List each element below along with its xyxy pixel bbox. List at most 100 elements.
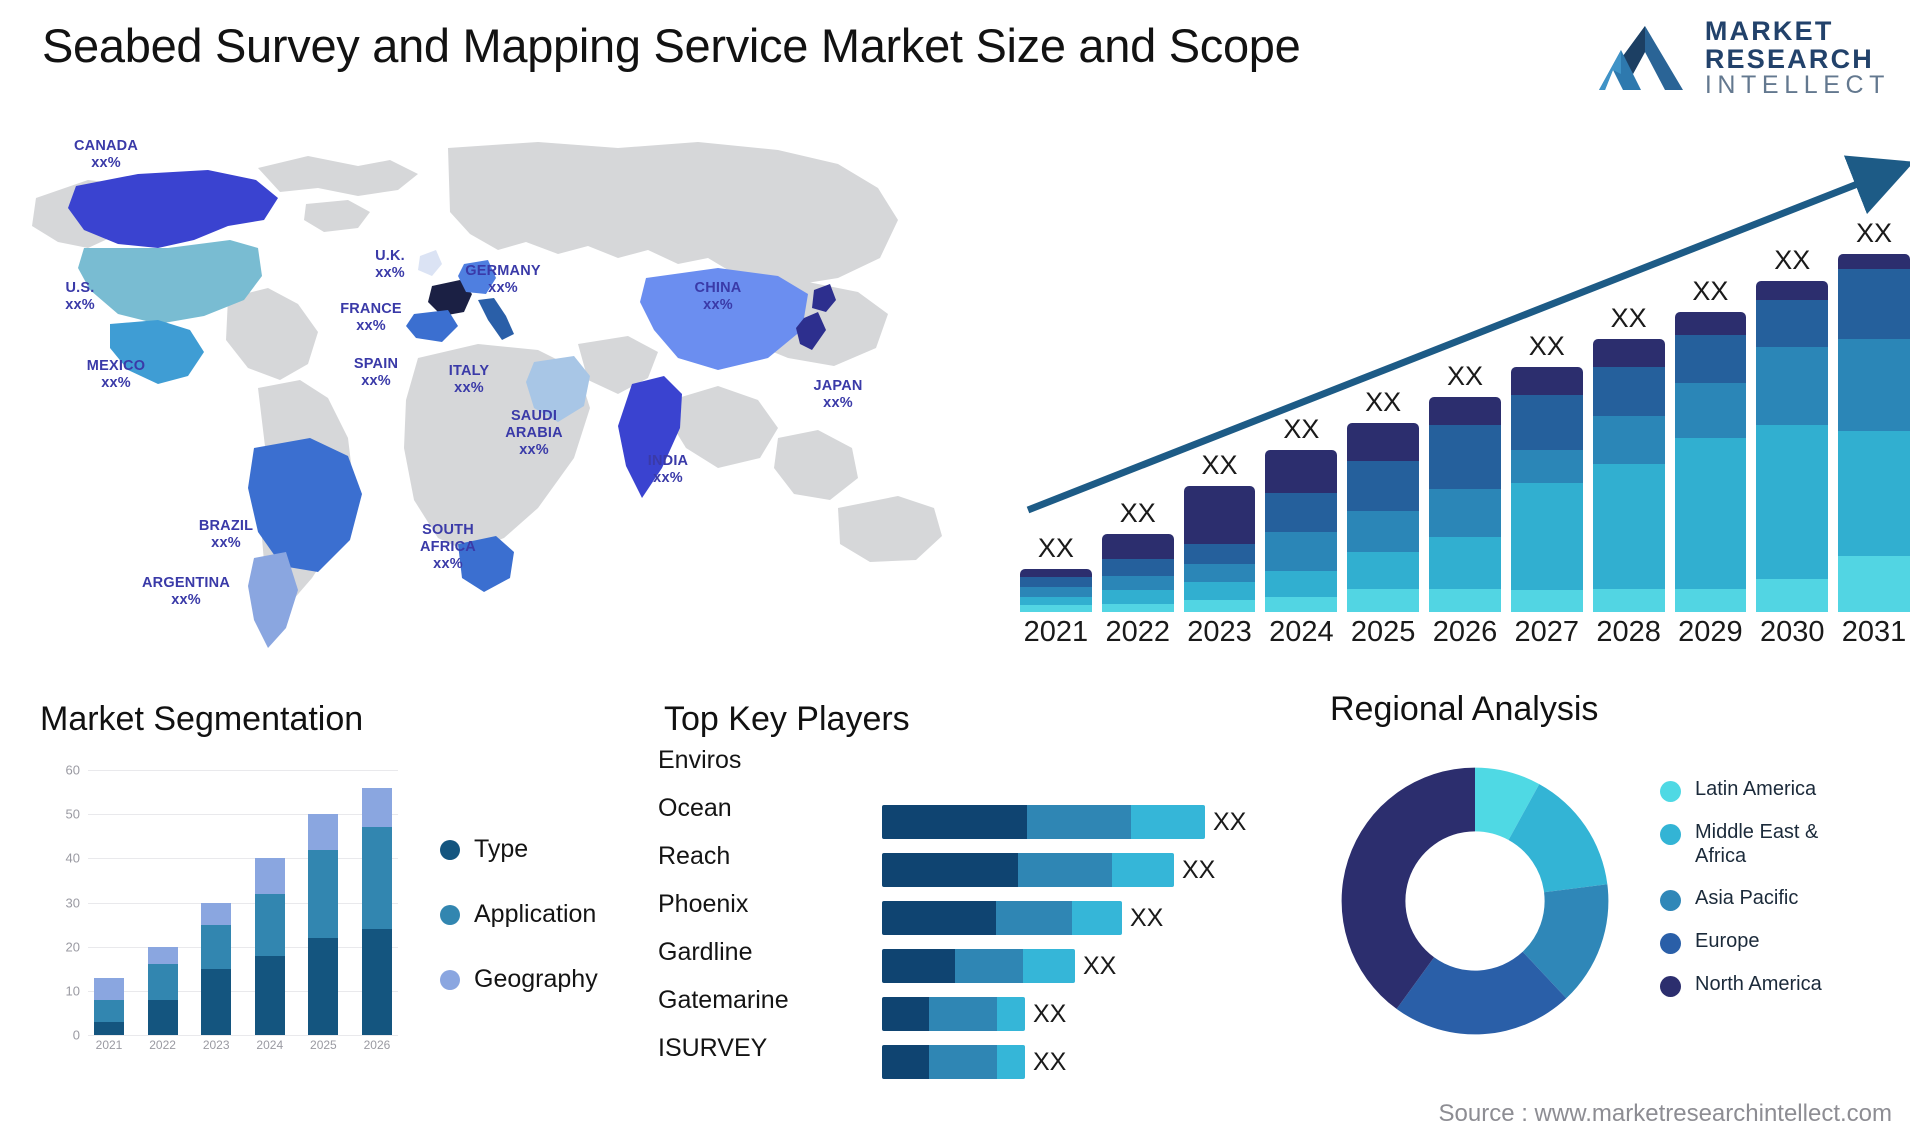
logo-mountain-icon [1598,26,1683,91]
segmentation-legend-item: Type [440,835,598,864]
player-bar [882,1045,1025,1079]
player-bar-segment [1072,901,1122,935]
segmentation-y-tick: 40 [65,850,80,866]
segmentation-bars [88,770,398,1035]
forecast-bar-segment [1838,555,1910,612]
legend-swatch-icon [1660,824,1681,845]
map-country-italy [478,298,514,340]
legend-swatch-icon [440,904,460,925]
regional-legend-label: Middle East & Africa [1695,821,1819,867]
player-bar [882,949,1075,983]
forecast-bar-segment [1265,449,1338,493]
regional-legend: Latin America Middle East & Africa Asia Pa… [1660,778,1865,998]
forecast-bar-column: XX [1429,212,1501,612]
forecast-bar-segment [1347,461,1420,511]
player-bar-segment [1018,853,1112,887]
segmentation-bar-segment [254,955,285,1035]
segmentation-y-tick: 60 [65,762,80,778]
forecast-bar-segment [1838,254,1910,269]
map-label-france: FRANCE xx% [340,301,402,335]
player-name: Gardline [658,937,753,966]
segmentation-legend-item: Application [440,900,598,929]
market-segmentation-title: Market Segmentation [40,700,364,738]
forecast-bar-column: XX [1838,212,1910,612]
player-bar-segment [882,901,996,935]
forecast-bar-segment [1101,603,1174,612]
player-name: Enviros [658,745,742,774]
forecast-bar-segment [1183,486,1256,545]
forecast-bar-segment [1674,335,1747,384]
players-rows: EnvirosXXOceanXXReachXXPhoenixXXGardline… [650,746,1310,1086]
segmentation-bar-segment [94,977,124,1000]
legend-swatch-icon [1660,890,1681,912]
forecast-bar-segment [1510,366,1583,395]
forecast-bar-segment [1674,437,1747,589]
player-bar-segment [1112,853,1174,887]
player-bar-track: XX [882,1045,1310,1079]
player-bar-segment [929,997,997,1031]
forecast-bar-segment [1101,590,1174,604]
player-row: Ocean XX [650,794,1310,846]
regional-legend-item: Latin America [1660,778,1865,802]
player-bar-segment [882,853,1018,887]
forecast-bar-segment [1756,300,1829,347]
segmentation-bar-segment [361,827,392,929]
player-bar-segment [955,949,1023,983]
segmentation-bar-segment [308,937,339,1035]
map-label-india: INDIA xx% [647,453,689,487]
segmentation-y-tick: 20 [65,939,80,955]
forecast-bar-segment [1510,482,1583,591]
segmentation-bar [254,770,285,1035]
player-bar-track: XX [882,853,1310,887]
forecast-bar-column: XX [1183,212,1256,612]
forecast-bar [1592,338,1665,612]
player-name: Ocean [658,793,732,822]
player-bar-segment [882,949,955,983]
segmentation-bar-segment [147,946,178,965]
segmentation-bar-segment [361,929,392,1035]
map-label-u-s: U.S. xx% [65,280,95,314]
segmentation-bar [147,770,178,1035]
segmentation-legend-label: Application [474,900,597,928]
player-bar-track: XX [882,997,1310,1031]
segmentation-legend-item: Geography [440,965,598,994]
map-label-china: CHINA xx% [694,280,742,314]
forecast-bar-segment [1429,424,1501,490]
map-label-argentina: ARGENTINA xx% [142,575,230,609]
forecast-year-label: 2022 [1105,616,1170,648]
legend-swatch-icon [440,839,460,860]
forecast-bar-value: XX [1692,276,1729,307]
forecast-bar [1429,396,1501,612]
forecast-bar-value: XX [1201,450,1238,481]
forecast-bar [1183,486,1256,612]
segmentation-bar-segment [308,849,339,938]
forecast-bar-segment [1347,423,1420,462]
segmentation-bar [201,770,232,1035]
player-bar-track: XX [882,901,1310,935]
segmentation-y-tick: 10 [65,983,80,999]
forecast-bar-segment [1756,424,1829,579]
forecast-bar-segment [1020,597,1092,606]
forecast-bars-container: XX XX XX XX XX XX XX XX XX XX XX [1020,212,1910,612]
map-label-saudi-arabia: SAUDI ARABIA xx% [505,408,563,459]
forecast-bar [1756,280,1829,612]
regional-donut-chart [1341,767,1609,1035]
player-bar-segment [1131,805,1205,839]
segmentation-y-tick: 0 [72,1027,80,1043]
forecast-bar [1674,312,1747,612]
forecast-bar-segment [1101,575,1174,591]
forecast-bar-value: XX [1283,413,1320,444]
forecast-bar-segment [1592,464,1665,589]
player-value: XX [1213,807,1247,836]
forecast-year-label: 2027 [1514,616,1580,648]
segmentation-x-label: 2022 [149,1038,176,1052]
forecast-year-label: 2021 [1023,616,1089,648]
forecast-bar-segment [1429,396,1501,425]
player-value: XX [1033,1047,1067,1076]
segmentation-x-label: 2023 [202,1038,230,1052]
logo-line-2: RESEARCH [1704,43,1874,74]
legend-swatch-icon [1660,976,1681,998]
player-name: Reach [658,841,731,870]
legend-swatch-icon [1660,933,1681,955]
player-name: Gatemarine [658,985,789,1014]
